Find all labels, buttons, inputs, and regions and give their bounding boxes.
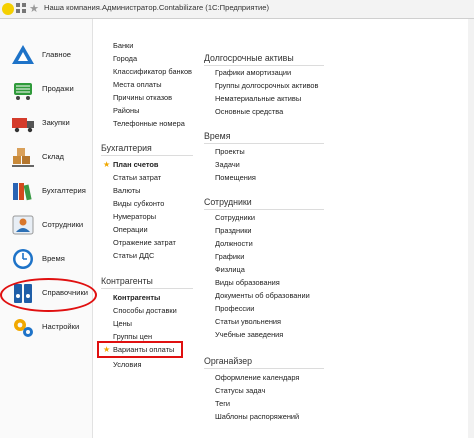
- link-refusal-reasons[interactable]: Причины отказов: [113, 93, 172, 102]
- link-tasks[interactable]: Задачи: [215, 160, 240, 169]
- link-intangible-assets[interactable]: Нематериальные активы: [215, 94, 301, 103]
- section-title-time: Время: [204, 131, 231, 141]
- highlight-rectangle: [97, 341, 183, 358]
- sidebar-item-label: Время: [42, 254, 65, 263]
- section-divider: [204, 143, 324, 144]
- favorites-star-icon[interactable]: ★: [28, 3, 40, 15]
- sidebar-item-sales[interactable]: Продажи: [0, 72, 92, 106]
- gears-icon: [14, 319, 33, 337]
- link-banks[interactable]: Банки: [113, 41, 133, 50]
- section-divider: [204, 65, 324, 66]
- link-employees[interactable]: Сотрудники: [215, 213, 255, 222]
- sidebar-item-label: Продажи: [42, 84, 74, 93]
- link-order-templates[interactable]: Шаблоны распоряжений: [215, 412, 299, 421]
- sidebar-item-purchases[interactable]: Закупки: [0, 106, 92, 140]
- favorite-star-icon[interactable]: ★: [103, 161, 110, 169]
- section-title-counterparties: Контрагенты: [101, 276, 153, 286]
- section-divider: [101, 155, 193, 156]
- link-projects[interactable]: Проекты: [215, 147, 245, 156]
- sidebar-item-label: Закупки: [42, 118, 70, 127]
- references-panel: Банки Города Классификатор банков Места …: [93, 19, 474, 438]
- link-price-groups[interactable]: Группы цен: [113, 332, 152, 341]
- clock-icon: [13, 249, 33, 269]
- vertical-scrollbar[interactable]: [468, 19, 474, 438]
- section-title-accounting: Бухгалтерия: [101, 143, 152, 153]
- sidebar-item-employees[interactable]: Сотрудники: [0, 208, 92, 242]
- link-positions[interactable]: Должности: [215, 239, 253, 248]
- link-schedules[interactable]: Графики: [215, 252, 244, 261]
- employees-icon: [12, 215, 34, 235]
- link-asset-groups[interactable]: Группы долгосрочных активов: [215, 81, 318, 90]
- link-chart-of-accounts[interactable]: План счетов: [113, 160, 158, 169]
- link-calendar-design[interactable]: Оформление календаря: [215, 373, 299, 382]
- sidebar-item-label: Сотрудники: [42, 220, 84, 229]
- sidebar-item-main[interactable]: Главное: [0, 38, 92, 72]
- section-divider: [204, 209, 324, 210]
- link-rooms[interactable]: Помещения: [215, 173, 256, 182]
- link-individuals[interactable]: Физлица: [215, 265, 245, 274]
- link-payment-places[interactable]: Места оплаты: [113, 80, 162, 89]
- sections-sidebar: Главное Продажи Закупки Склад Бухгалтери…: [0, 19, 97, 438]
- link-task-statuses[interactable]: Статусы задач: [215, 386, 265, 395]
- link-bank-classifier[interactable]: Классификатор банков: [113, 67, 192, 76]
- window-title: Наша компания.Администратор.Contabilizar…: [44, 3, 269, 12]
- link-educational-institutions[interactable]: Учебные заведения: [215, 330, 283, 339]
- link-delivery-methods[interactable]: Способы доставки: [113, 306, 177, 315]
- sidebar-item-settings[interactable]: Настройки: [0, 310, 92, 344]
- sidebar-item-time[interactable]: Время: [0, 242, 92, 276]
- link-cashflow-items[interactable]: Статьи ДДС: [113, 251, 154, 260]
- truck-icon: [12, 118, 34, 133]
- sidebar-item-label: Склад: [42, 152, 64, 161]
- highlight-ellipse: [0, 278, 97, 312]
- cart-icon: [14, 83, 32, 100]
- books-icon: [13, 183, 32, 201]
- app-logo-icon: [2, 3, 14, 15]
- link-subconto-types[interactable]: Виды субконто: [113, 199, 164, 208]
- link-conditions[interactable]: Условия: [113, 360, 141, 369]
- section-divider: [101, 288, 193, 289]
- link-dismissal-articles[interactable]: Статьи увольнения: [215, 317, 281, 326]
- link-operations[interactable]: Операции: [113, 225, 148, 234]
- link-cities[interactable]: Города: [113, 54, 137, 63]
- link-tags[interactable]: Теги: [215, 399, 230, 408]
- link-numerators[interactable]: Нумераторы: [113, 212, 156, 221]
- link-professions[interactable]: Профессии: [215, 304, 254, 313]
- link-phone-numbers[interactable]: Телефонные номера: [113, 119, 185, 128]
- sidebar-item-label: Бухгалтерия: [42, 186, 86, 195]
- sidebar-item-accounting[interactable]: Бухгалтерия: [0, 174, 92, 208]
- link-districts[interactable]: Районы: [113, 106, 139, 115]
- link-prices[interactable]: Цены: [113, 319, 132, 328]
- link-counterparties[interactable]: Контрагенты: [113, 293, 160, 302]
- link-fixed-assets[interactable]: Основные средства: [215, 107, 283, 116]
- link-education-types[interactable]: Виды образования: [215, 278, 280, 287]
- section-title-organizer: Органайзер: [204, 356, 253, 366]
- sidebar-item-label: Главное: [42, 50, 72, 59]
- apps-grid-icon[interactable]: [16, 3, 28, 15]
- home-icon: [12, 45, 34, 64]
- section-divider: [204, 368, 324, 369]
- section-title-fixed-assets: Долгосрочные активы: [204, 53, 294, 63]
- link-currencies[interactable]: Валюты: [113, 186, 140, 195]
- warehouse-icon: [12, 148, 34, 167]
- sidebar-item-warehouse[interactable]: Склад: [0, 140, 92, 174]
- window-titlebar: ★ Наша компания.Администратор.Contabiliz…: [0, 0, 474, 19]
- link-cost-reflection[interactable]: Отражение затрат: [113, 238, 176, 247]
- link-depreciation-schedules[interactable]: Графики амортизации: [215, 68, 291, 77]
- section-title-employees: Сотрудники: [204, 197, 252, 207]
- link-education-documents[interactable]: Документы об образовании: [215, 291, 310, 300]
- link-cost-items[interactable]: Статьи затрат: [113, 173, 161, 182]
- link-holidays[interactable]: Праздники: [215, 226, 252, 235]
- sidebar-item-label: Настройки: [42, 322, 80, 331]
